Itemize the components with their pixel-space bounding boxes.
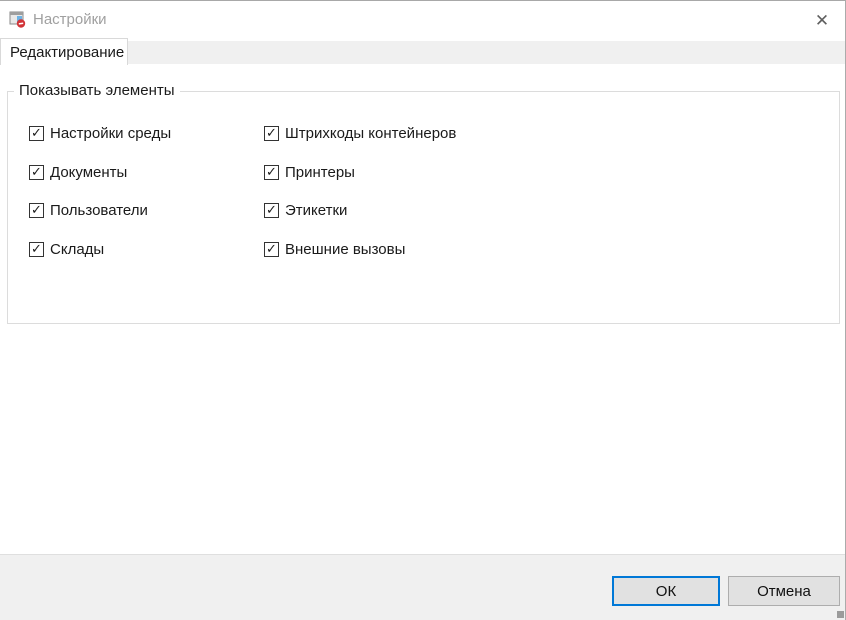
checkbox-checked-icon[interactable]: ✓: [29, 163, 44, 180]
checkbox-item-printers[interactable]: ✓ Принтеры: [264, 162, 355, 182]
checkbox-item-container-barcodes[interactable]: ✓ Штрихкоды контейнеров: [264, 123, 456, 143]
dialog-title: Настройки: [33, 11, 107, 28]
checkbox-item-external-calls[interactable]: ✓ Внешние вызовы: [264, 239, 405, 259]
tab-strip: [128, 41, 845, 64]
tab-label: Редактирование: [10, 43, 125, 61]
tab-editing[interactable]: Редактирование: [0, 38, 128, 65]
checkbox-label: Склады: [50, 240, 105, 258]
close-icon: ✕: [814, 11, 830, 30]
checkmark-icon: ✓: [266, 163, 277, 179]
checkbox-label: Настройки среды: [50, 124, 172, 142]
checkmark-icon: ✓: [266, 240, 277, 256]
checkbox-label: Принтеры: [285, 163, 355, 181]
checkmark-icon: ✓: [266, 201, 277, 217]
checkbox-item-environment-settings[interactable]: ✓ Настройки среды: [29, 123, 171, 143]
checkbox-checked-icon[interactable]: ✓: [264, 240, 279, 257]
checkbox-item-documents[interactable]: ✓ Документы: [29, 162, 127, 182]
ok-button[interactable]: ОК: [612, 576, 720, 606]
cancel-button-label: Отмена: [757, 582, 811, 600]
checkmark-icon: ✓: [31, 163, 42, 179]
ok-button-label: ОК: [655, 582, 677, 600]
checkbox-checked-icon[interactable]: ✓: [29, 124, 44, 141]
checkbox-checked-icon[interactable]: ✓: [29, 240, 44, 257]
checkbox-checked-icon[interactable]: ✓: [29, 201, 44, 218]
checkmark-icon: ✓: [31, 124, 42, 140]
checkmark-icon: ✓: [31, 201, 42, 217]
checkbox-label: Документы: [50, 163, 128, 181]
settings-dialog: Настройки ✕ Редактирование Показывать эл…: [0, 0, 846, 620]
show-elements-groupbox: Показывать элементы ✓ Настройки среды ✓ …: [7, 82, 840, 324]
resize-grip[interactable]: [837, 611, 844, 618]
checkmark-icon: ✓: [266, 124, 277, 140]
checkbox-item-warehouses[interactable]: ✓ Склады: [29, 239, 104, 259]
checkbox-checked-icon[interactable]: ✓: [264, 163, 279, 180]
dialog-footer: ОК Отмена: [0, 554, 845, 620]
checkbox-checked-icon[interactable]: ✓: [264, 124, 279, 141]
checkbox-label: Этикетки: [285, 201, 348, 219]
cancel-button[interactable]: Отмена: [728, 576, 840, 606]
checkbox-label: Штрихкоды контейнеров: [285, 124, 457, 142]
checkbox-label: Внешние вызовы: [285, 240, 406, 258]
checkbox-label: Пользователи: [50, 201, 148, 219]
checkbox-checked-icon[interactable]: ✓: [264, 201, 279, 218]
checkbox-item-labels[interactable]: ✓ Этикетки: [264, 200, 347, 220]
checkmark-icon: ✓: [31, 240, 42, 256]
title-bar: Настройки ✕: [0, 1, 845, 39]
groupbox-legend: Показывать элементы: [14, 82, 180, 99]
close-button[interactable]: ✕: [809, 8, 835, 34]
checkbox-item-users[interactable]: ✓ Пользователи: [29, 200, 148, 220]
app-window-icon: [9, 11, 26, 28]
